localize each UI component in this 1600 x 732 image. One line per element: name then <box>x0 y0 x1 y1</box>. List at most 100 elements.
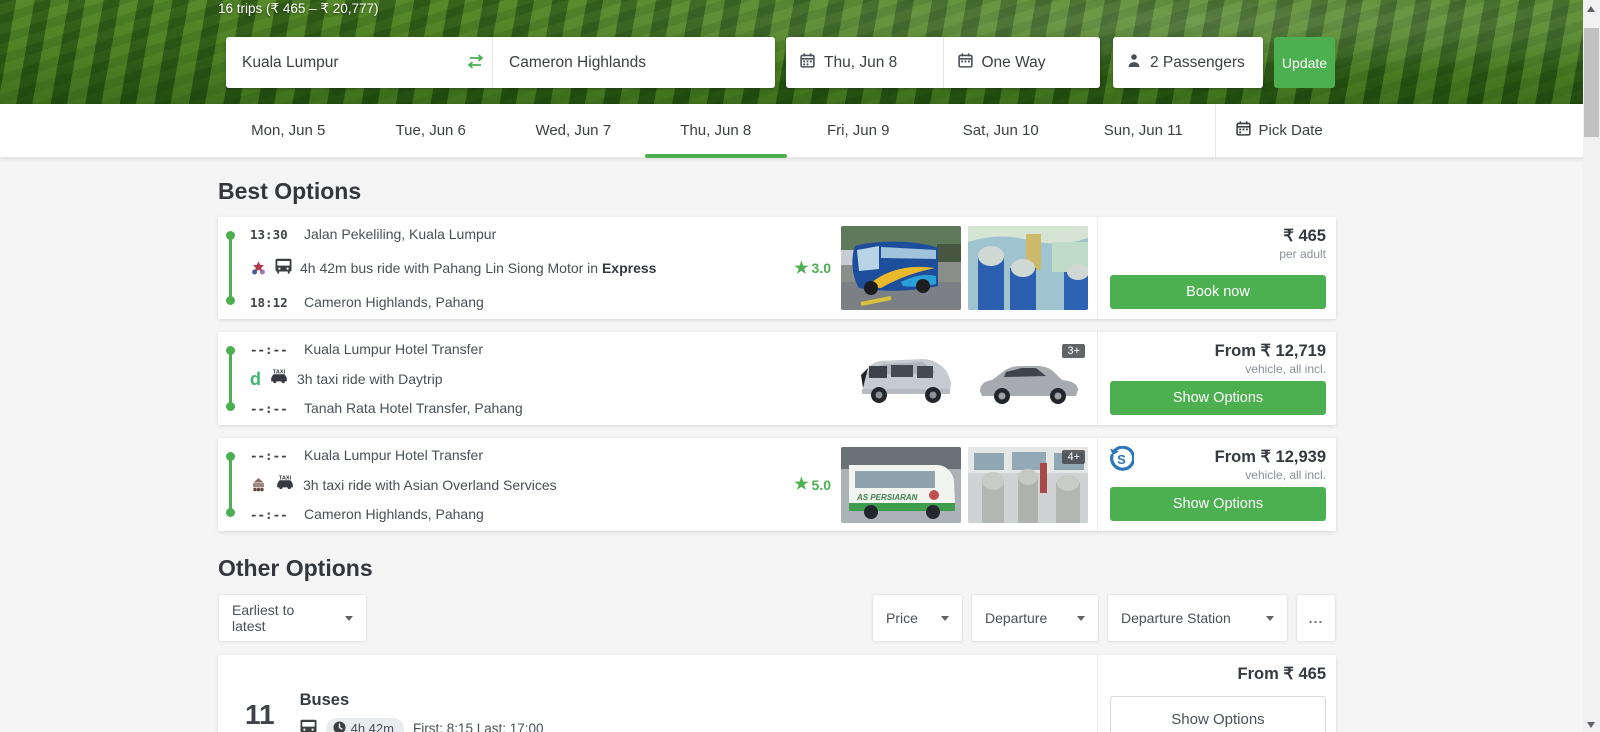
minibus-photo: AS PERSIARAN <box>841 446 961 523</box>
svg-text:S: S <box>1117 452 1126 467</box>
filter-row: Earliest to latest Price Departure Depar… <box>218 594 1336 642</box>
clock-icon <box>333 720 346 732</box>
trip-count: 11 <box>245 699 275 730</box>
pahang-lin-siong-logo-icon <box>250 261 267 276</box>
price-panel: From ₹ 465 Show Options <box>1097 655 1336 732</box>
show-options-button[interactable]: Show Options <box>1110 487 1326 521</box>
sedan-photo: 3+ <box>968 340 1088 417</box>
route-timeline: 13:30 Jalan Pekeliling, Kuala Lumpur 4h … <box>218 217 656 319</box>
bus-icon <box>275 258 292 279</box>
ellipsis-icon: ... <box>1308 610 1324 626</box>
swap-icon <box>466 54 485 72</box>
scrollbar-thumb[interactable] <box>1584 28 1599 137</box>
star-icon <box>794 476 808 493</box>
tab-fri-jun-9[interactable]: Fri, Jun 9 <box>787 104 930 157</box>
rating-value: 3.0 <box>811 260 831 276</box>
arrive-time: 18:12 <box>250 294 288 310</box>
minibus-interior-photo: 4+ <box>968 446 1088 523</box>
origin-input[interactable]: Kuala Lumpur <box>226 37 458 88</box>
rating-badge: 3.0 <box>794 260 841 277</box>
filter-departure-station[interactable]: Departure Station <box>1107 594 1288 642</box>
chevron-down-icon <box>941 615 949 621</box>
trip-description: 4h 42m bus ride with Pahang Lin Siong Mo… <box>300 260 657 276</box>
duration-pill: 4h 42m <box>325 717 404 732</box>
arrive-dot <box>226 296 235 305</box>
book-now-button[interactable]: Book now <box>1110 275 1326 309</box>
tab-mon-jun-5[interactable]: Mon, Jun 5 <box>217 104 360 157</box>
filter-price[interactable]: Price <box>872 594 963 642</box>
bus-icon <box>300 719 317 732</box>
hero-banner: 16 trips (₹ 465 – ₹ 20,777) Kuala Lumpur… <box>0 0 1600 104</box>
chevron-down-icon <box>1266 615 1274 621</box>
swap-direction-button[interactable] <box>458 37 492 88</box>
van-photo <box>841 340 961 417</box>
route-timeline: --:-- Kuala Lumpur Hotel Transfer TAXI 3… <box>218 438 557 531</box>
browser-scrollbar[interactable] <box>1583 0 1600 732</box>
price-note: per adult <box>1279 247 1326 261</box>
depart-time: 13:30 <box>250 226 288 242</box>
scroll-down-arrow-icon[interactable] <box>1587 722 1595 728</box>
depart-place: Jalan Pekeliling, Kuala Lumpur <box>304 226 497 242</box>
depart-place: Kuala Lumpur Hotel Transfer <box>304 447 483 463</box>
timeline-line <box>229 457 232 512</box>
passengers-value: 2 Passengers <box>1150 53 1245 71</box>
daytrip-logo-icon: d <box>250 368 261 389</box>
date-tabs-bar: Mon, Jun 5 Tue, Jun 6 Wed, Jun 7 Thu, Ju… <box>0 104 1600 158</box>
buses-group-card[interactable]: 11 Buses 4h 42m First: 8:15 Last: 17:00 … <box>218 655 1336 732</box>
trips-summary: 16 trips (₹ 465 – ₹ 20,777) <box>218 1 379 16</box>
tab-sun-jun-11[interactable]: Sun, Jun 11 <box>1072 104 1215 157</box>
trip-type-select[interactable]: One Way <box>944 37 1101 88</box>
price-note: vehicle, all incl. <box>1245 362 1326 376</box>
passengers-select[interactable]: 2 Passengers <box>1113 37 1263 88</box>
origin-value: Kuala Lumpur <box>242 53 339 71</box>
show-options-button[interactable]: Show Options <box>1110 381 1326 415</box>
tab-tue-jun-6[interactable]: Tue, Jun 6 <box>360 104 503 157</box>
timeline-line <box>229 236 232 300</box>
price: ₹ 465 <box>1283 227 1326 245</box>
more-filters-button[interactable]: ... <box>1296 594 1336 642</box>
update-button[interactable]: Update <box>1274 37 1335 88</box>
person-icon <box>1127 53 1141 73</box>
bus-interior-photo <box>968 226 1088 310</box>
svg-text:AS PERSIARAN: AS PERSIARAN <box>856 493 918 502</box>
chevron-down-icon <box>345 615 353 621</box>
arrive-dot <box>226 402 235 411</box>
calendar-icon <box>957 52 973 73</box>
trip-card-taxi-daytrip[interactable]: --:-- Kuala Lumpur Hotel Transfer d TAXI… <box>218 332 1336 425</box>
calendar-icon <box>800 52 815 73</box>
depart-place: Kuala Lumpur Hotel Transfer <box>304 341 483 357</box>
scroll-up-arrow-icon[interactable] <box>1587 6 1595 12</box>
first-last-times: First: 8:15 Last: 17:00 <box>412 721 544 732</box>
trip-card-bus[interactable]: 13:30 Jalan Pekeliling, Kuala Lumpur 4h … <box>218 217 1336 319</box>
date-input[interactable]: Thu, Jun 8 <box>786 37 943 88</box>
asian-overland-logo-icon <box>250 477 267 492</box>
search-bar: Kuala Lumpur Cameron Highlands Thu, Jun … <box>226 37 1335 88</box>
other-options-heading: Other Options <box>218 555 373 581</box>
tab-thu-jun-8-active[interactable]: Thu, Jun 8 <box>644 104 788 158</box>
rating-value: 5.0 <box>811 476 831 493</box>
timeline-line <box>229 351 232 406</box>
sort-value: Earliest to latest <box>232 602 295 634</box>
destination-input[interactable]: Cameron Highlands <box>493 37 775 88</box>
tab-sat-jun-10[interactable]: Sat, Jun 10 <box>930 104 1073 157</box>
price-panel: ₹ 465 per adult Book now <box>1097 217 1336 319</box>
price-note: vehicle, all incl. <box>1245 468 1326 482</box>
best-options-heading: Best Options <box>218 178 362 204</box>
vehicle-photos: 3+ <box>841 340 1088 417</box>
tab-wed-jun-7[interactable]: Wed, Jun 7 <box>502 104 645 157</box>
filter-departure[interactable]: Departure <box>971 594 1099 642</box>
arrive-time: --:-- <box>250 506 288 522</box>
show-options-button[interactable]: Show Options <box>1110 696 1326 732</box>
pick-date-button[interactable]: Pick Date <box>1214 104 1343 157</box>
vehicle-photos <box>841 226 1088 310</box>
trip-description: 3h taxi ride with Asian Overland Service… <box>303 476 557 493</box>
price: From ₹ 465 <box>1237 665 1326 683</box>
date-trip-box: Thu, Jun 8 One Way <box>786 37 1100 88</box>
sort-select[interactable]: Earliest to latest <box>218 594 367 642</box>
taxi-icon: TAXI <box>269 368 289 389</box>
instant-refund-icon: S <box>1108 445 1136 477</box>
trip-card-taxi-asian-overland[interactable]: --:-- Kuala Lumpur Hotel Transfer TAXI 3… <box>218 438 1336 531</box>
destination-value: Cameron Highlands <box>509 53 646 71</box>
group-type-label: Buses <box>299 690 350 709</box>
arrive-time: --:-- <box>250 400 288 416</box>
